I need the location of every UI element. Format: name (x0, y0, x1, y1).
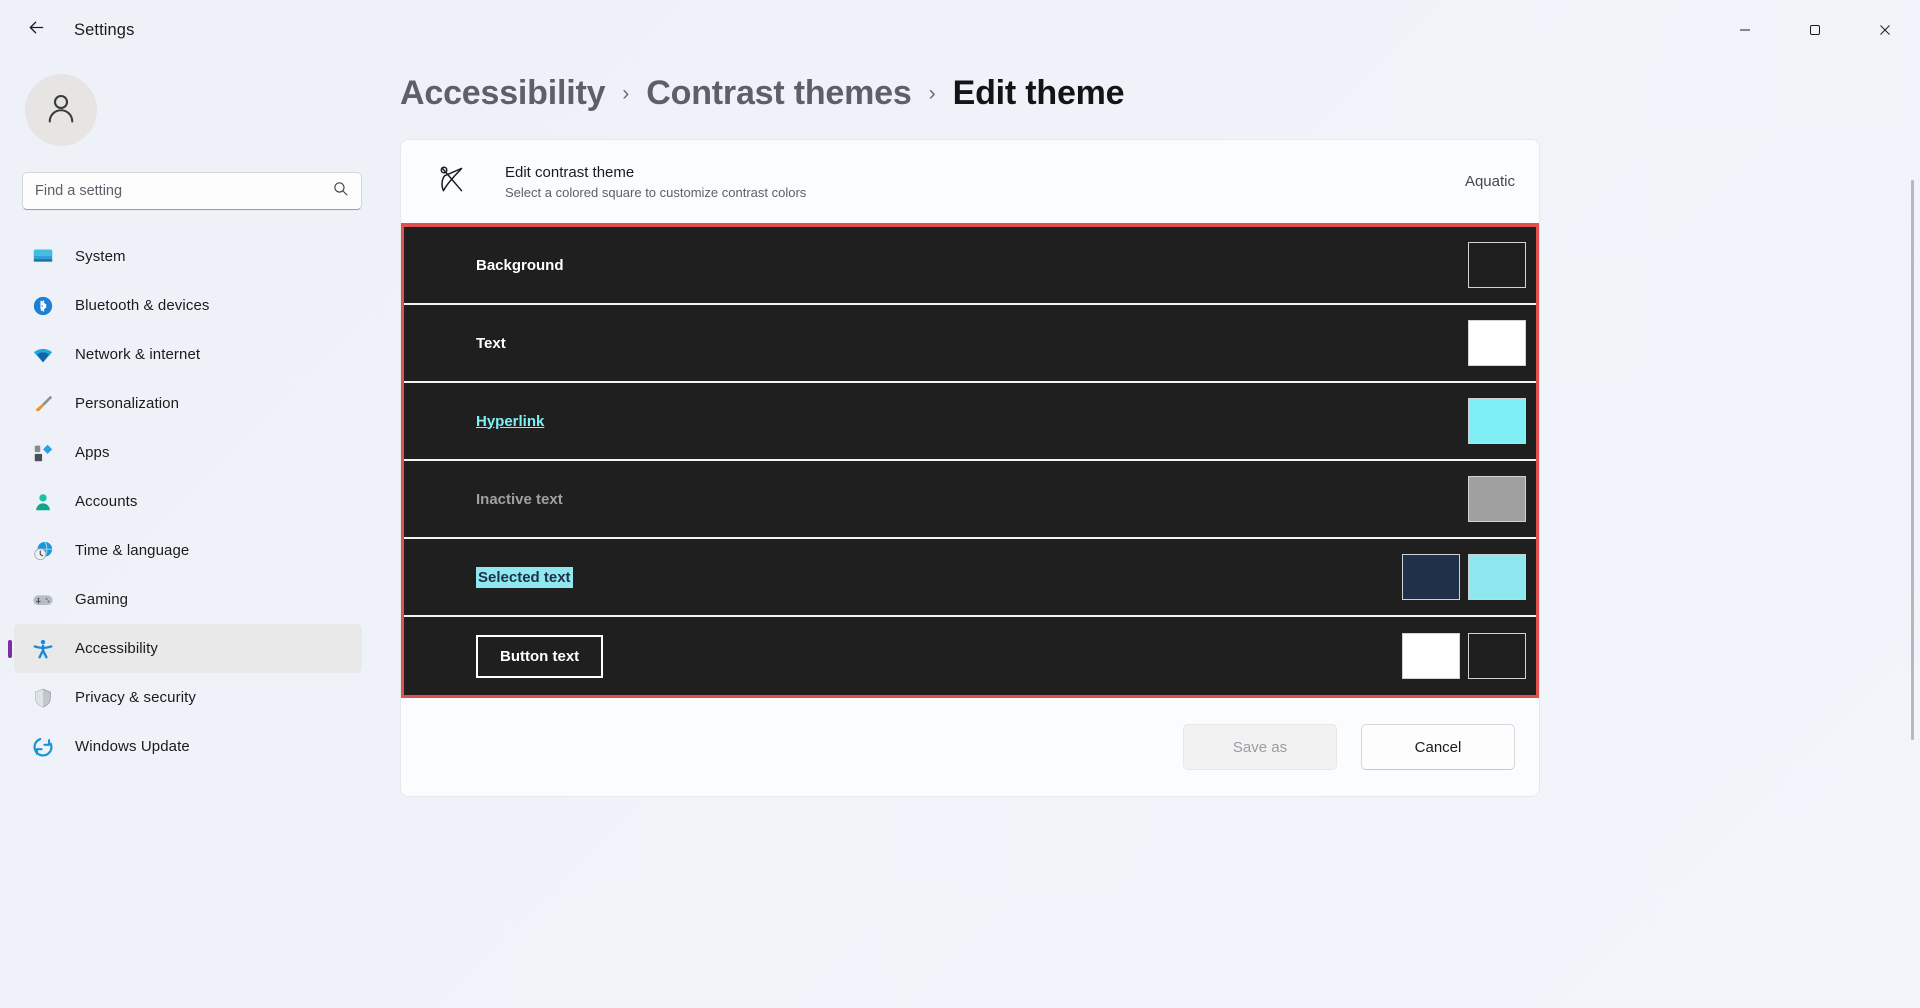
sidebar-item-network-internet[interactable]: Network & internet (14, 330, 362, 379)
preview-row-hyperlink[interactable]: Hyperlink (404, 383, 1536, 461)
apps-grid-icon (31, 441, 55, 465)
inactive-text-color-swatch[interactable] (1468, 476, 1526, 522)
save-as-button[interactable]: Save as (1183, 724, 1337, 770)
preview-row-text[interactable]: Text (404, 305, 1536, 383)
shield-icon (31, 686, 55, 710)
background-color-swatch[interactable] (1468, 242, 1526, 288)
preview-selected-text-sample: Selected text (476, 566, 573, 588)
theme-name-label: Aquatic (1464, 173, 1515, 190)
sidebar-item-label: Gaming (75, 591, 129, 608)
preview-text-sample: Text (476, 334, 506, 352)
sidebar-item-label: Personalization (75, 395, 180, 412)
card-header-text: Edit contrast theme Select a colored squ… (505, 164, 806, 200)
sidebar-item-time-language[interactable]: Time & language (14, 526, 362, 575)
text-color-swatch[interactable] (1468, 320, 1526, 366)
card-subtitle: Select a colored square to customize con… (505, 184, 807, 200)
sidebar-item-bluetooth-devices[interactable]: Bluetooth & devices (14, 281, 362, 330)
preview-row-background[interactable]: Background (404, 227, 1536, 305)
edit-contrast-theme-card: Edit contrast theme Select a colored squ… (400, 139, 1540, 797)
avatar[interactable] (25, 74, 97, 146)
minimize-button[interactable] (1710, 0, 1780, 60)
button-text-color-swatch[interactable] (1402, 633, 1460, 679)
card-header: Edit contrast theme Select a colored squ… (401, 140, 1539, 223)
sidebar-item-accounts[interactable]: Accounts (14, 477, 362, 526)
contrast-brush-icon (435, 162, 469, 201)
breadcrumb-separator: › (622, 82, 630, 105)
swatch-group (1468, 398, 1526, 444)
sidebar-item-system[interactable]: System (14, 232, 362, 281)
window-controls (1710, 0, 1920, 60)
sidebar-item-privacy-security[interactable]: Privacy & security (14, 673, 362, 722)
avatar-container (0, 60, 392, 146)
sidebar-item-label: Apps (75, 444, 110, 461)
sidebar-item-label: Bluetooth & devices (75, 297, 210, 314)
account-person-icon (31, 490, 55, 514)
title-bar: Settings (0, 0, 1920, 60)
back-arrow-icon (26, 17, 47, 43)
preview-button-sample[interactable]: Button text (476, 634, 604, 678)
clock-globe-icon (31, 539, 55, 563)
button-background-color-swatch[interactable] (1468, 633, 1526, 679)
accessibility-person-icon (31, 637, 55, 661)
card-title: Edit contrast theme (505, 163, 635, 181)
sidebar-item-label: Network & internet (75, 346, 201, 363)
preview-hyperlink-sample[interactable]: Hyperlink (476, 413, 544, 430)
back-button[interactable] (14, 12, 58, 48)
preview-row-inactive-text[interactable]: Inactive text (404, 461, 1536, 539)
hyperlink-color-swatch[interactable] (1468, 398, 1526, 444)
bluetooth-icon (31, 294, 55, 318)
search-container (0, 146, 392, 210)
maximize-button[interactable] (1780, 0, 1850, 60)
search-box[interactable] (22, 172, 362, 210)
swatch-group (1402, 554, 1526, 600)
app-title: Settings (74, 20, 135, 39)
swatch-group (1468, 242, 1526, 288)
paintbrush-icon (31, 392, 55, 416)
preview-row-button-text[interactable]: Button text (404, 617, 1536, 695)
sidebar-item-label: Accounts (75, 493, 138, 510)
wifi-icon (31, 343, 55, 367)
swatch-group (1402, 633, 1526, 679)
sidebar: System Bluetooth & devices Network & inter… (0, 60, 392, 1008)
card-footer: Save as Cancel (401, 698, 1539, 796)
sidebar-item-accessibility[interactable]: Accessibility (14, 624, 362, 673)
swatch-group (1468, 320, 1526, 366)
preview-text-sample: Inactive text (476, 490, 563, 508)
sidebar-item-label: Privacy & security (75, 689, 196, 706)
sidebar-item-label: Accessibility (75, 640, 158, 657)
sidebar-nav-list: System Bluetooth & devices Network & inter… (0, 232, 392, 771)
system-monitor-icon (31, 245, 55, 269)
search-icon[interactable] (332, 180, 349, 202)
preview-text-sample: Background (476, 256, 564, 274)
breadcrumb-separator: › (928, 82, 936, 105)
breadcrumb-item-accessibility[interactable]: Accessibility (400, 74, 605, 113)
preview-row-selected-text[interactable]: Selected text (404, 539, 1536, 617)
selected-text-foreground-swatch[interactable] (1402, 554, 1460, 600)
vertical-scrollbar[interactable] (1911, 180, 1914, 740)
update-refresh-icon (31, 735, 55, 759)
sidebar-item-label: Windows Update (75, 738, 190, 755)
user-avatar-icon (43, 90, 79, 131)
main-content: Accessibility › Contrast themes › Edit theme… (392, 60, 1920, 1008)
cancel-button[interactable]: Cancel (1361, 724, 1515, 770)
sidebar-item-label: Time & language (75, 542, 190, 559)
breadcrumb: Accessibility › Contrast themes › Edit theme (400, 60, 1874, 139)
sidebar-item-windows-update[interactable]: Windows Update (14, 722, 362, 771)
gamepad-icon (31, 588, 55, 612)
selected-text-background-swatch[interactable] (1468, 554, 1526, 600)
sidebar-item-label: System (75, 248, 126, 265)
sidebar-item-gaming[interactable]: Gaming (14, 575, 362, 624)
breadcrumb-item-contrast-themes[interactable]: Contrast themes (646, 74, 911, 113)
close-button[interactable] (1850, 0, 1920, 60)
swatch-group (1468, 476, 1526, 522)
sidebar-item-apps[interactable]: Apps (14, 428, 362, 477)
theme-preview-panel: Background Text Hyperlink Inactive text Sele… (401, 223, 1539, 698)
search-input[interactable] (35, 183, 332, 199)
breadcrumb-item-edit-theme: Edit theme (952, 74, 1125, 112)
sidebar-item-personalization[interactable]: Personalization (14, 379, 362, 428)
